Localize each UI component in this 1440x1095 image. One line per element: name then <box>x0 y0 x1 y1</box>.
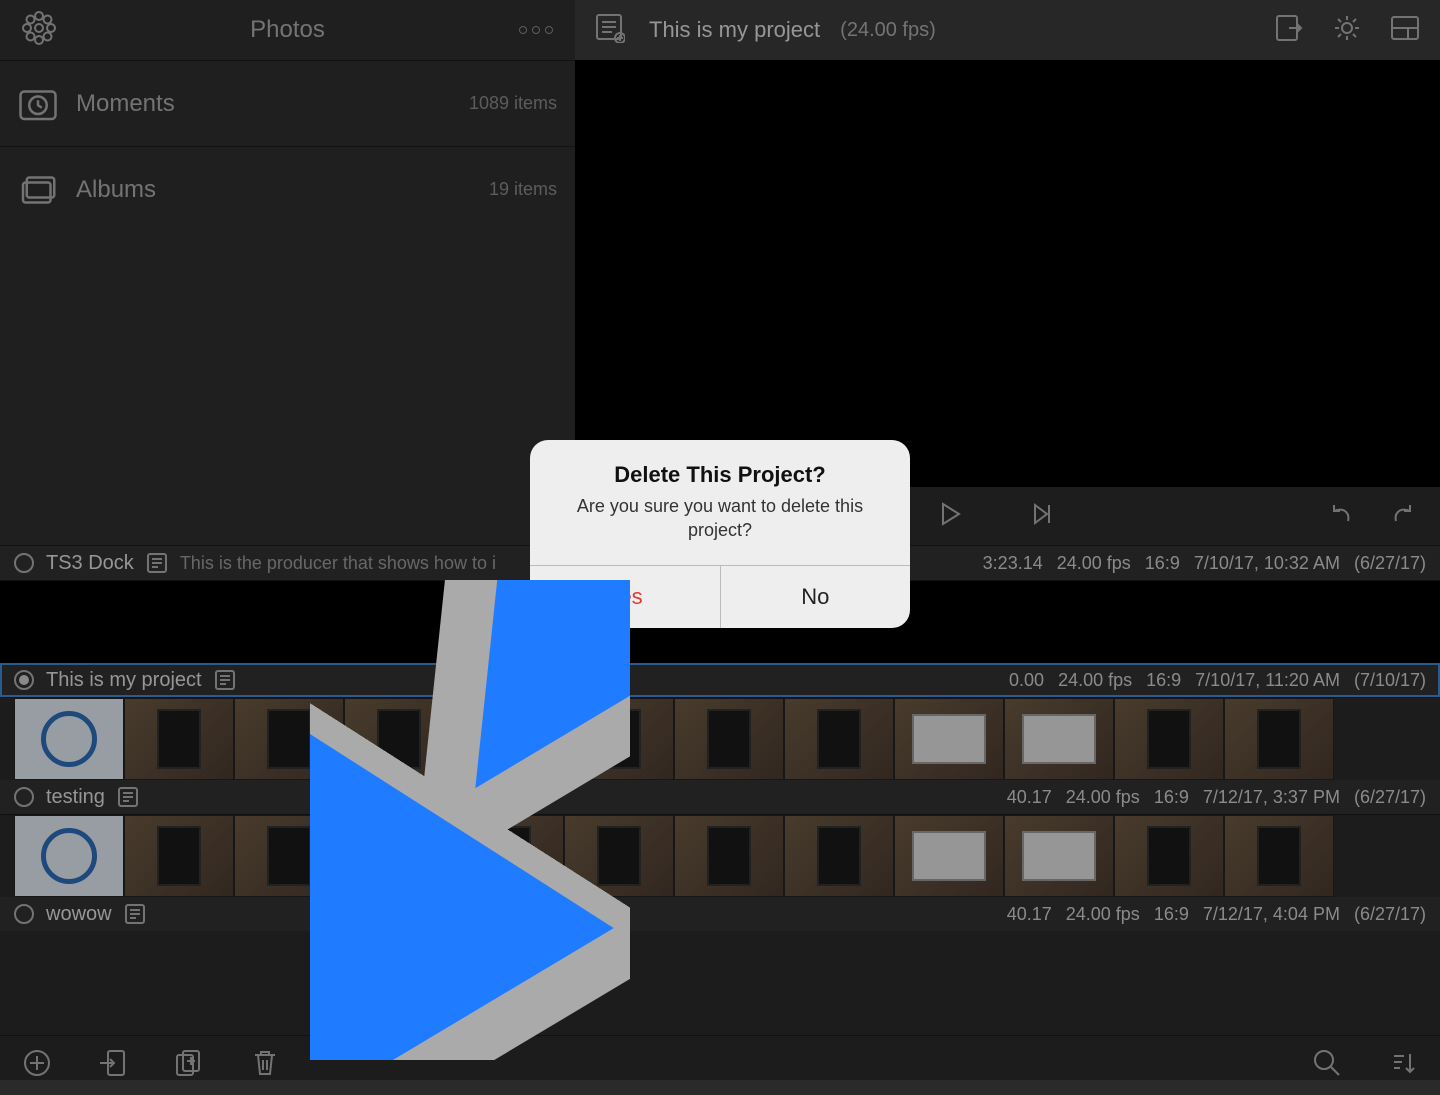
yes-button[interactable]: Yes <box>530 566 721 628</box>
no-button[interactable]: No <box>721 566 911 628</box>
delete-project-dialog: Delete This Project? Are you sure you wa… <box>530 440 910 628</box>
dialog-body: Are you sure you want to delete this pro… <box>530 494 910 565</box>
dialog-title: Delete This Project? <box>530 440 910 494</box>
